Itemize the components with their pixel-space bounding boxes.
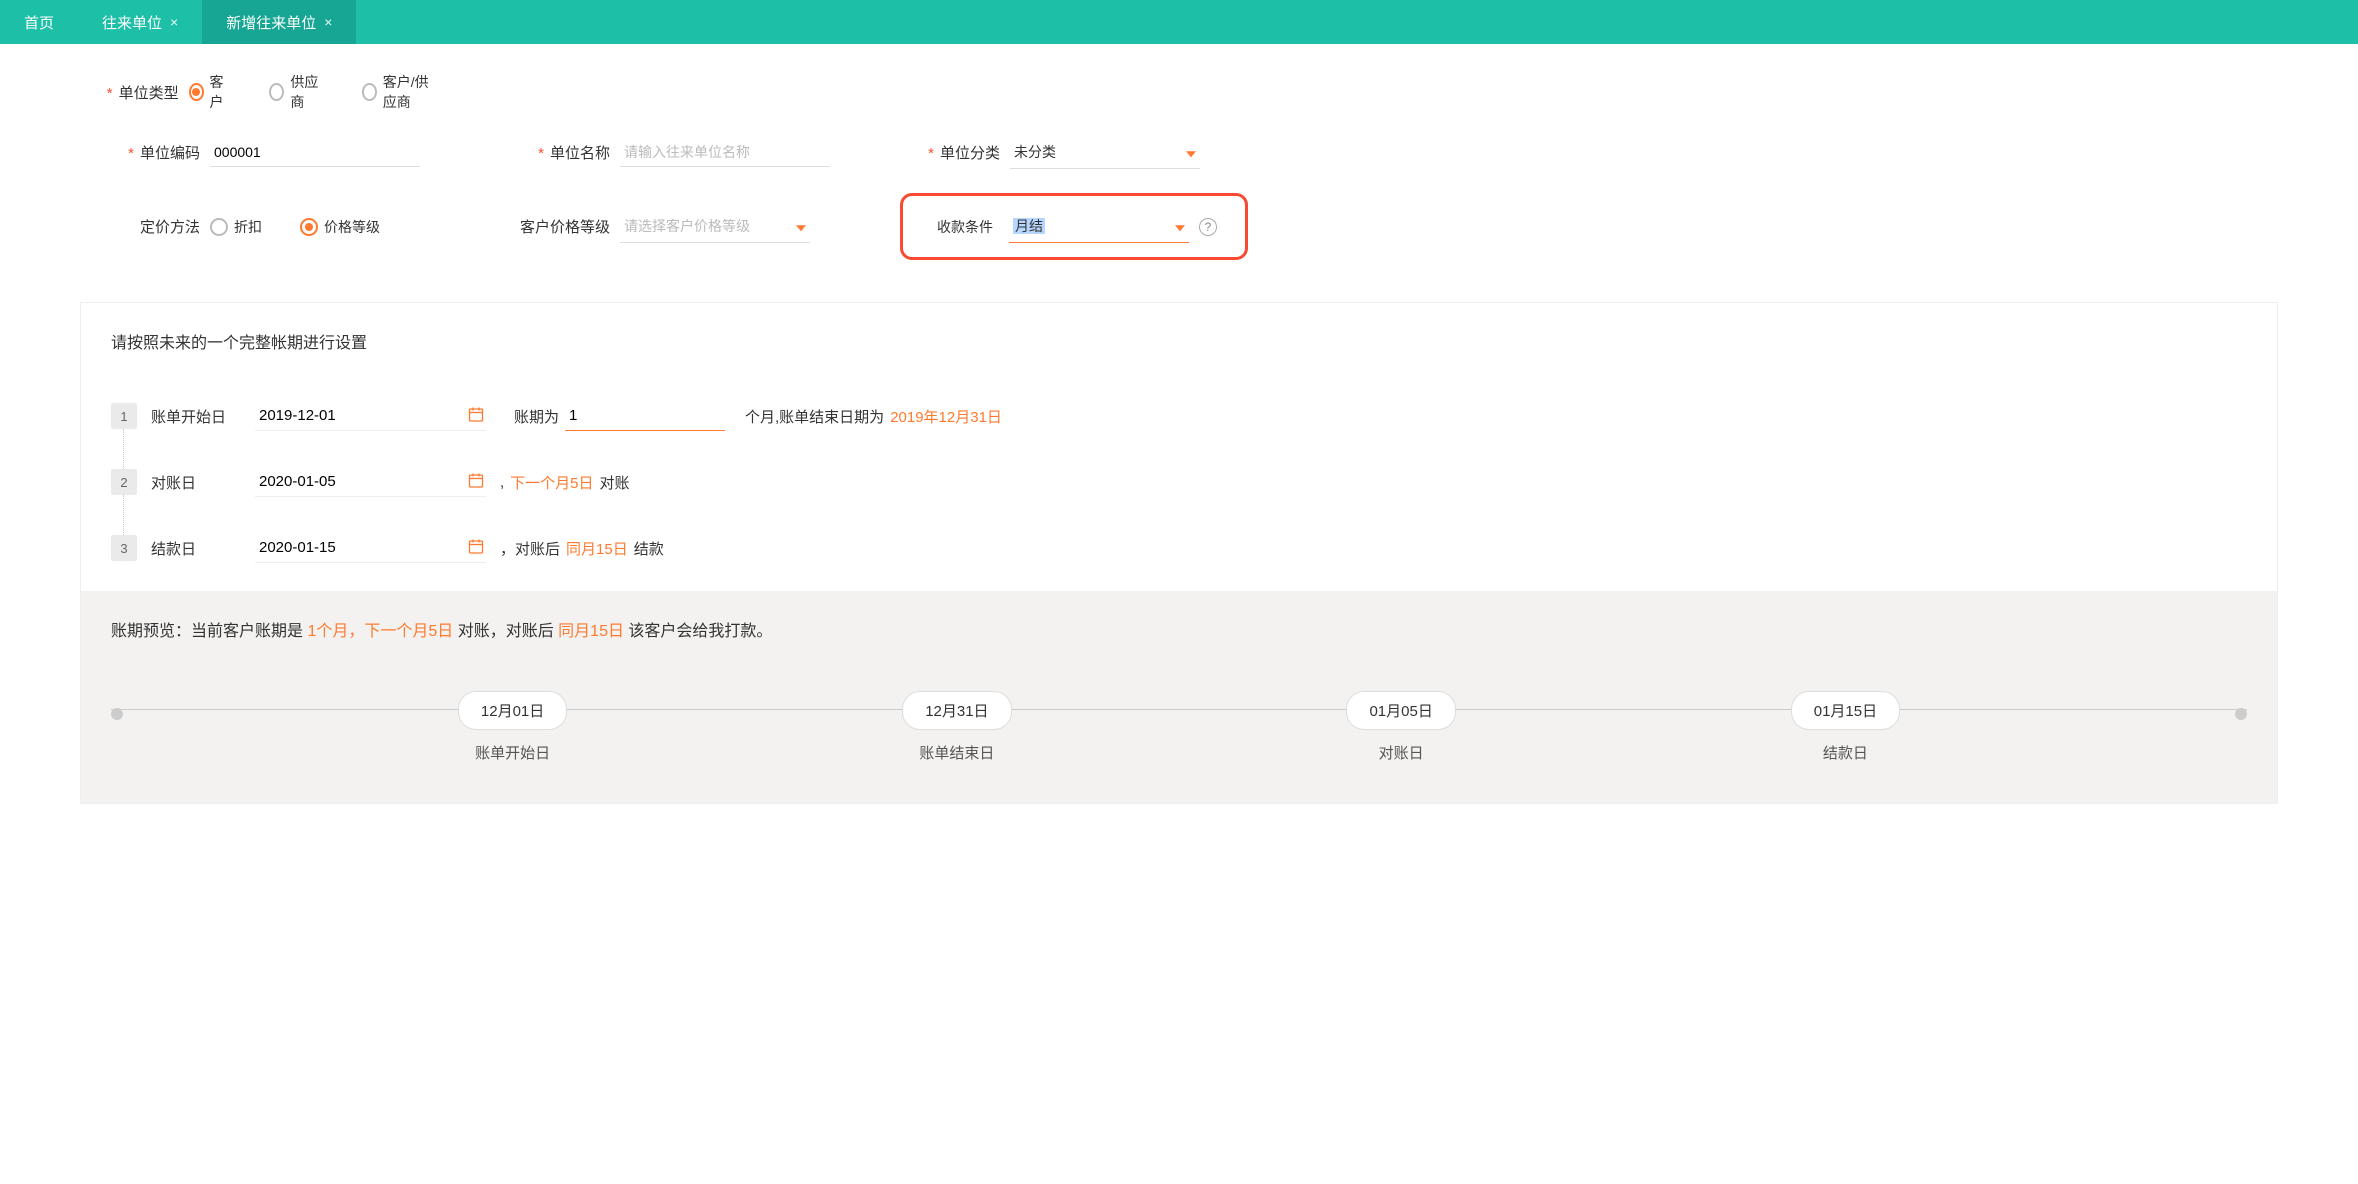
pricing-method-label: 定价方法 <box>80 216 200 237</box>
unit-name-input[interactable] <box>620 138 830 167</box>
timeline: 12月01日 账单开始日 12月31日 账单结束日 01月05日 对账日 01月… <box>111 691 2247 763</box>
help-icon[interactable]: ? <box>1199 218 1217 236</box>
step-label: 账单开始日 <box>151 406 241 427</box>
settlement-suffix: 结款 <box>634 538 664 559</box>
radio-supplier[interactable]: 供应商 <box>269 72 323 112</box>
unit-code-input[interactable] <box>210 138 420 167</box>
period-card: 请按照未来的一个完整帐期进行设置 1 账单开始日 账期为 个月,账单结束日期为 … <box>80 302 2278 804</box>
receipt-terms-label: 收款条件 <box>913 217 993 237</box>
timeline-point-reconcile: 01月05日 对账日 <box>1346 691 1455 763</box>
step-reconcile: 2 对账日 , 下一个月5日 对账 <box>111 449 2247 515</box>
radio-both[interactable]: 客户/供应商 <box>362 72 442 112</box>
step-bill-start: 1 账单开始日 账期为 个月,账单结束日期为 2019年12月31日 <box>111 383 2247 449</box>
timeline-point-settlement: 01月15日 结款日 <box>1791 691 1900 763</box>
calendar-icon[interactable] <box>468 539 484 558</box>
timeline-end-dot <box>2235 708 2247 720</box>
close-icon[interactable]: × <box>170 14 178 30</box>
timeline-start-dot <box>111 708 123 720</box>
timeline-point-bill-end: 12月31日 账单结束日 <box>902 691 1011 763</box>
radio-price-level[interactable]: 价格等级 <box>300 217 380 237</box>
tab-contacts[interactable]: 往来单位 × <box>78 0 202 44</box>
receipt-terms-select[interactable]: 月结 <box>1009 210 1189 243</box>
tab-add-contact[interactable]: 新增往来单位 × <box>202 0 356 44</box>
radio-label: 供应商 <box>290 72 323 112</box>
unit-name-label: 单位名称 <box>500 142 610 163</box>
radio-icon <box>362 83 377 101</box>
unit-code-label: 单位编码 <box>80 142 200 163</box>
tab-label: 往来单位 <box>102 12 162 33</box>
radio-icon <box>269 83 284 101</box>
calendar-icon[interactable] <box>468 473 484 492</box>
radio-customer[interactable]: 客户 <box>189 72 232 112</box>
tab-home[interactable]: 首页 <box>0 0 78 44</box>
preview-section: 账期预览：当前客户账期是 1个月，下一个月5日 对账，对账后 同月15日 该客户… <box>81 591 2277 803</box>
radio-icon <box>300 218 318 236</box>
tab-label: 新增往来单位 <box>226 12 316 33</box>
timeline-point-bill-start: 12月01日 账单开始日 <box>458 691 567 763</box>
radio-label: 客户/供应商 <box>383 72 442 112</box>
reconcile-prefix: , <box>500 474 504 491</box>
reconcile-orange: 下一个月5日 <box>510 472 593 493</box>
tab-label: 首页 <box>24 12 54 33</box>
step-label: 结款日 <box>151 538 241 559</box>
unit-category-label: 单位分类 <box>900 142 1000 163</box>
period-months-input[interactable] <box>565 401 725 431</box>
radio-label: 价格等级 <box>324 217 380 237</box>
unit-category-select[interactable]: 未分类 <box>1010 136 1200 169</box>
period-end-date: 2019年12月31日 <box>890 406 1002 427</box>
radio-discount[interactable]: 折扣 <box>210 217 262 237</box>
close-icon[interactable]: × <box>324 14 332 30</box>
step-number: 3 <box>111 535 137 561</box>
price-level-label: 客户价格等级 <box>500 216 610 237</box>
receipt-terms-highlight: 收款条件 月结 ? <box>900 193 1248 260</box>
step-settlement: 3 结款日 ，对账后 同月15日 结款 <box>111 515 2247 581</box>
preview-text: 账期预览：当前客户账期是 1个月，下一个月5日 对账，对账后 同月15日 该客户… <box>111 617 2247 641</box>
period-end-prefix: 个月,账单结束日期为 <box>745 406 884 427</box>
step-number: 1 <box>111 403 137 429</box>
radio-label: 折扣 <box>234 217 262 237</box>
settlement-prefix: ，对账后 <box>500 538 560 559</box>
reconcile-suffix: 对账 <box>600 472 630 493</box>
step-number: 2 <box>111 469 137 495</box>
radio-icon <box>189 83 204 101</box>
period-label: 账期为 <box>514 406 559 427</box>
settlement-orange: 同月15日 <box>566 538 628 559</box>
radio-label: 客户 <box>210 72 232 112</box>
period-title: 请按照未来的一个完整帐期进行设置 <box>111 329 2247 353</box>
bill-start-date-input[interactable] <box>255 401 486 431</box>
tab-bar: 首页 往来单位 × 新增往来单位 × <box>0 0 2358 44</box>
reconcile-date-input[interactable] <box>255 467 486 497</box>
radio-icon <box>210 218 228 236</box>
unit-type-label: 单位类型 <box>80 82 179 103</box>
form-area: 单位类型 客户 供应商 客户/供应商 单位编码 单位名称 单位分类 <box>0 44 2358 282</box>
step-label: 对账日 <box>151 472 241 493</box>
calendar-icon[interactable] <box>468 407 484 426</box>
settlement-date-input[interactable] <box>255 533 486 563</box>
price-level-select[interactable]: 请选择客户价格等级 <box>620 210 810 243</box>
